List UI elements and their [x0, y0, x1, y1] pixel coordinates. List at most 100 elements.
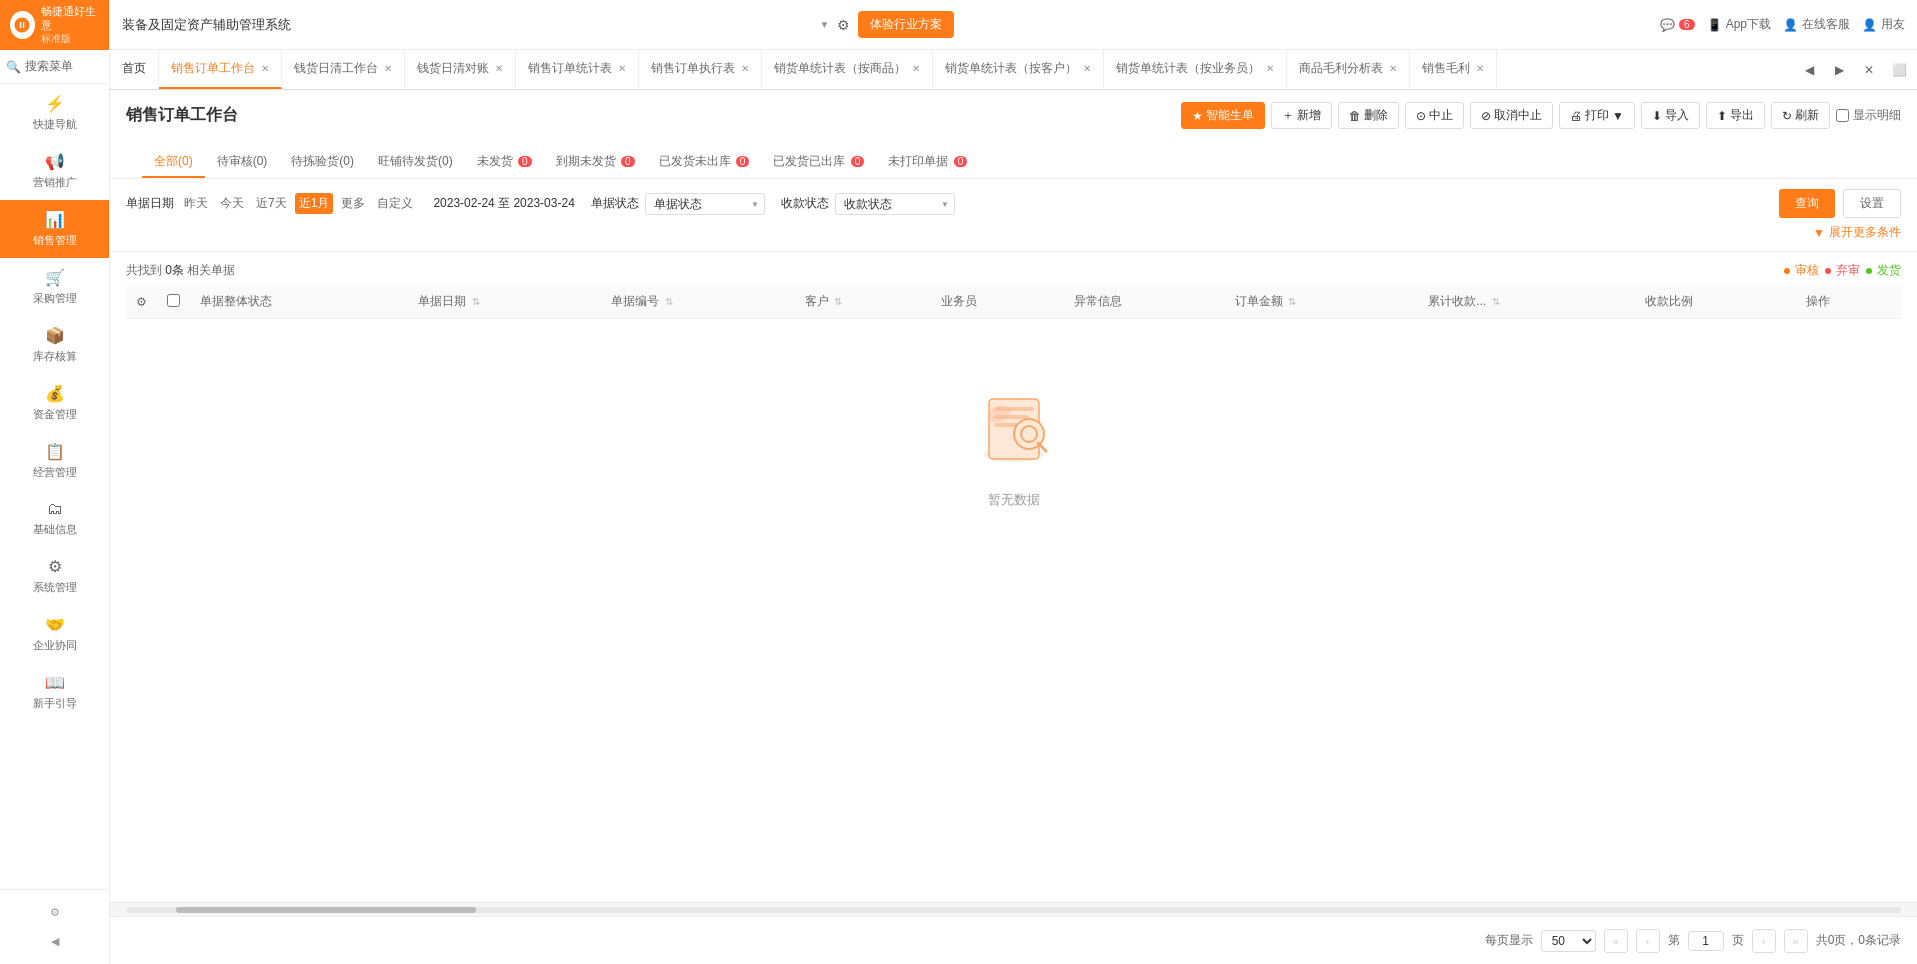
sub-tab-wangpu[interactable]: 旺铺待发货(0): [366, 147, 465, 178]
sidebar-search[interactable]: 🔍 搜索菜单: [0, 50, 109, 84]
sub-tab-not-printed[interactable]: 未打印单据 0: [876, 147, 979, 178]
data-table: ⚙ 单据整体状态 单据日期 ⇅ 单据编号 ⇅: [126, 285, 1901, 319]
tab-sales-product-stats[interactable]: 销货单统计表（按商品） ✕: [762, 50, 933, 89]
tab-cash-reconcile-close[interactable]: ✕: [495, 63, 503, 74]
tab-sales-exec-close[interactable]: ✕: [741, 63, 749, 74]
sub-tab-shipped-not-out[interactable]: 已发货未出库 0: [647, 147, 762, 178]
tab-sales-customer-stats[interactable]: 销货单统计表（按客户） ✕: [933, 50, 1104, 89]
tab-cash-reconcile[interactable]: 钱货日清对账 ✕: [405, 50, 516, 89]
th-salesperson[interactable]: 业务员: [931, 285, 1064, 319]
sub-tab-shipped-out[interactable]: 已发货已出库 0: [761, 147, 876, 178]
tab-sales-profit-close[interactable]: ✕: [1476, 63, 1484, 74]
export-btn[interactable]: ⬆ 导出: [1706, 102, 1765, 129]
smart-create-btn[interactable]: ★ 智能生单: [1181, 102, 1265, 129]
sidebar-item-quick[interactable]: ⚡ 快捷导航: [0, 84, 109, 142]
tab-product-margin[interactable]: 商品毛利分析表 ✕: [1287, 50, 1410, 89]
tab-close-all[interactable]: ✕: [1855, 50, 1883, 89]
tab-home[interactable]: 首页: [110, 50, 159, 89]
sidebar-collapse-btn[interactable]: ◀: [0, 927, 109, 956]
th-collected[interactable]: 累计收款... ⇅: [1418, 285, 1635, 319]
sidebar-item-purchase[interactable]: 🛒 采购管理: [0, 258, 109, 316]
th-settings[interactable]: ⚙: [126, 285, 157, 319]
tab-sales-staff-close[interactable]: ✕: [1266, 63, 1274, 74]
add-btn[interactable]: ＋ 新增: [1271, 102, 1332, 129]
sub-tab-pending-check[interactable]: 待拣验货(0): [279, 147, 366, 178]
total-info: 共0页，0条记录: [1816, 932, 1901, 949]
date-opt-custom[interactable]: 自定义: [373, 193, 417, 214]
th-amount[interactable]: 订单金额 ⇅: [1225, 285, 1418, 319]
ship-action-btn[interactable]: 发货: [1866, 262, 1901, 279]
scroll-track[interactable]: [126, 907, 1901, 913]
scroll-bar-area[interactable]: [110, 902, 1917, 916]
date-opt-more[interactable]: 更多: [337, 193, 369, 214]
status-select[interactable]: 单据状态: [645, 193, 765, 215]
sub-tab-all[interactable]: 全部(0): [142, 147, 205, 178]
first-page-btn[interactable]: «: [1604, 929, 1628, 953]
sidebar-item-system[interactable]: ⚙ 系统管理: [0, 547, 109, 605]
next-page-btn[interactable]: ›: [1752, 929, 1776, 953]
import-btn[interactable]: ⬇ 导入: [1641, 102, 1700, 129]
experience-btn[interactable]: 体验行业方案: [858, 11, 954, 38]
tab-sales-exec[interactable]: 销售订单执行表 ✕: [639, 50, 762, 89]
tab-sales-staff-stats[interactable]: 销货单统计表（按业务员） ✕: [1104, 50, 1287, 89]
sub-tab-expired-ship[interactable]: 到期未发货 0: [544, 147, 647, 178]
suspend-btn[interactable]: ⊙ 中止: [1405, 102, 1464, 129]
tab-sales-stats-close[interactable]: ✕: [618, 63, 626, 74]
page-input[interactable]: [1688, 931, 1724, 951]
sidebar-item-sales[interactable]: 📊 销售管理: [0, 200, 109, 258]
tab-sales-stats[interactable]: 销售订单统计表 ✕: [516, 50, 639, 89]
tab-scroll-right[interactable]: ▶: [1825, 50, 1853, 89]
show-detail-checkbox[interactable]: 显示明细: [1836, 107, 1901, 124]
page-title-row: 销售订单工作台 ★ 智能生单 ＋ 新增 🗑 删除 ⊙: [126, 102, 1901, 129]
print-btn[interactable]: 🖨 打印 ▼: [1559, 102, 1635, 129]
tab-sales-product-close[interactable]: ✕: [912, 63, 920, 74]
sidebar-item-inventory[interactable]: 📦 库存核算: [0, 316, 109, 374]
show-detail-input[interactable]: [1836, 109, 1849, 122]
last-page-btn[interactable]: »: [1784, 929, 1808, 953]
message-link[interactable]: 💬 6: [1660, 18, 1695, 32]
sidebar-item-marketing[interactable]: 📢 营销推广: [0, 142, 109, 200]
sidebar-item-operations[interactable]: 📋 经营管理: [0, 432, 109, 490]
th-customer[interactable]: 客户 ⇅: [795, 285, 931, 319]
th-number[interactable]: 单据编号 ⇅: [601, 285, 794, 319]
th-date[interactable]: 单据日期 ⇅: [408, 285, 601, 319]
date-opt-1month[interactable]: 近1月: [295, 193, 334, 214]
sidebar-item-finance[interactable]: 💰 资金管理: [0, 374, 109, 432]
select-all-checkbox[interactable]: [167, 294, 180, 307]
sidebar-item-basic[interactable]: 🗂 基础信息: [0, 490, 109, 547]
cancel-suspend-btn[interactable]: ⊘ 取消中止: [1470, 102, 1553, 129]
date-opt-today[interactable]: 今天: [216, 193, 248, 214]
tab-product-margin-close[interactable]: ✕: [1389, 63, 1397, 74]
sub-tab-pending[interactable]: 待审核(0): [205, 147, 280, 178]
tab-maximize[interactable]: ⬜: [1885, 50, 1913, 89]
sidebar-item-guide[interactable]: 📖 新手引导: [0, 663, 109, 721]
app-download-link[interactable]: 📱 App下载: [1707, 16, 1771, 33]
tab-sales-workbench[interactable]: 销售订单工作台 ✕: [159, 50, 282, 89]
tab-sales-workbench-close[interactable]: ✕: [261, 63, 269, 74]
tab-cash-daily[interactable]: 钱货日清工作台 ✕: [282, 50, 405, 89]
user-menu[interactable]: 👤 用友: [1862, 16, 1905, 33]
cancel-action-btn[interactable]: 弃审: [1825, 262, 1860, 279]
sub-tab-not-shipped[interactable]: 未发货 0: [465, 147, 544, 178]
review-action-btn[interactable]: 审核: [1784, 262, 1819, 279]
tab-scroll-left[interactable]: ◀: [1795, 50, 1823, 89]
online-service-link[interactable]: 👤 在线客服: [1783, 16, 1850, 33]
filter-settings-btn[interactable]: 设置: [1843, 189, 1901, 218]
header-settings-icon[interactable]: ⚙: [837, 17, 850, 33]
refresh-btn[interactable]: ↻ 刷新: [1771, 102, 1830, 129]
tab-sales-customer-close[interactable]: ✕: [1083, 63, 1091, 74]
th-checkbox[interactable]: [157, 285, 190, 319]
expand-btn[interactable]: ▼ 展开更多条件: [1813, 224, 1901, 241]
tab-cash-daily-close[interactable]: ✕: [384, 63, 392, 74]
date-opt-yesterday[interactable]: 昨天: [180, 193, 212, 214]
payment-select[interactable]: 收款状态: [835, 193, 955, 215]
scroll-thumb[interactable]: [176, 907, 476, 913]
prev-page-btn[interactable]: ‹: [1636, 929, 1660, 953]
sidebar-item-enterprise[interactable]: 🤝 企业协同: [0, 605, 109, 663]
date-opt-7days[interactable]: 近7天: [252, 193, 291, 214]
delete-btn[interactable]: 🗑 删除: [1338, 102, 1399, 129]
sidebar-settings-btn[interactable]: ⚙: [0, 898, 109, 927]
query-btn[interactable]: 查询: [1779, 189, 1835, 218]
tab-sales-profit[interactable]: 销售毛利 ✕: [1410, 50, 1497, 89]
page-size-select[interactable]: 50 10 20 100: [1541, 930, 1596, 952]
